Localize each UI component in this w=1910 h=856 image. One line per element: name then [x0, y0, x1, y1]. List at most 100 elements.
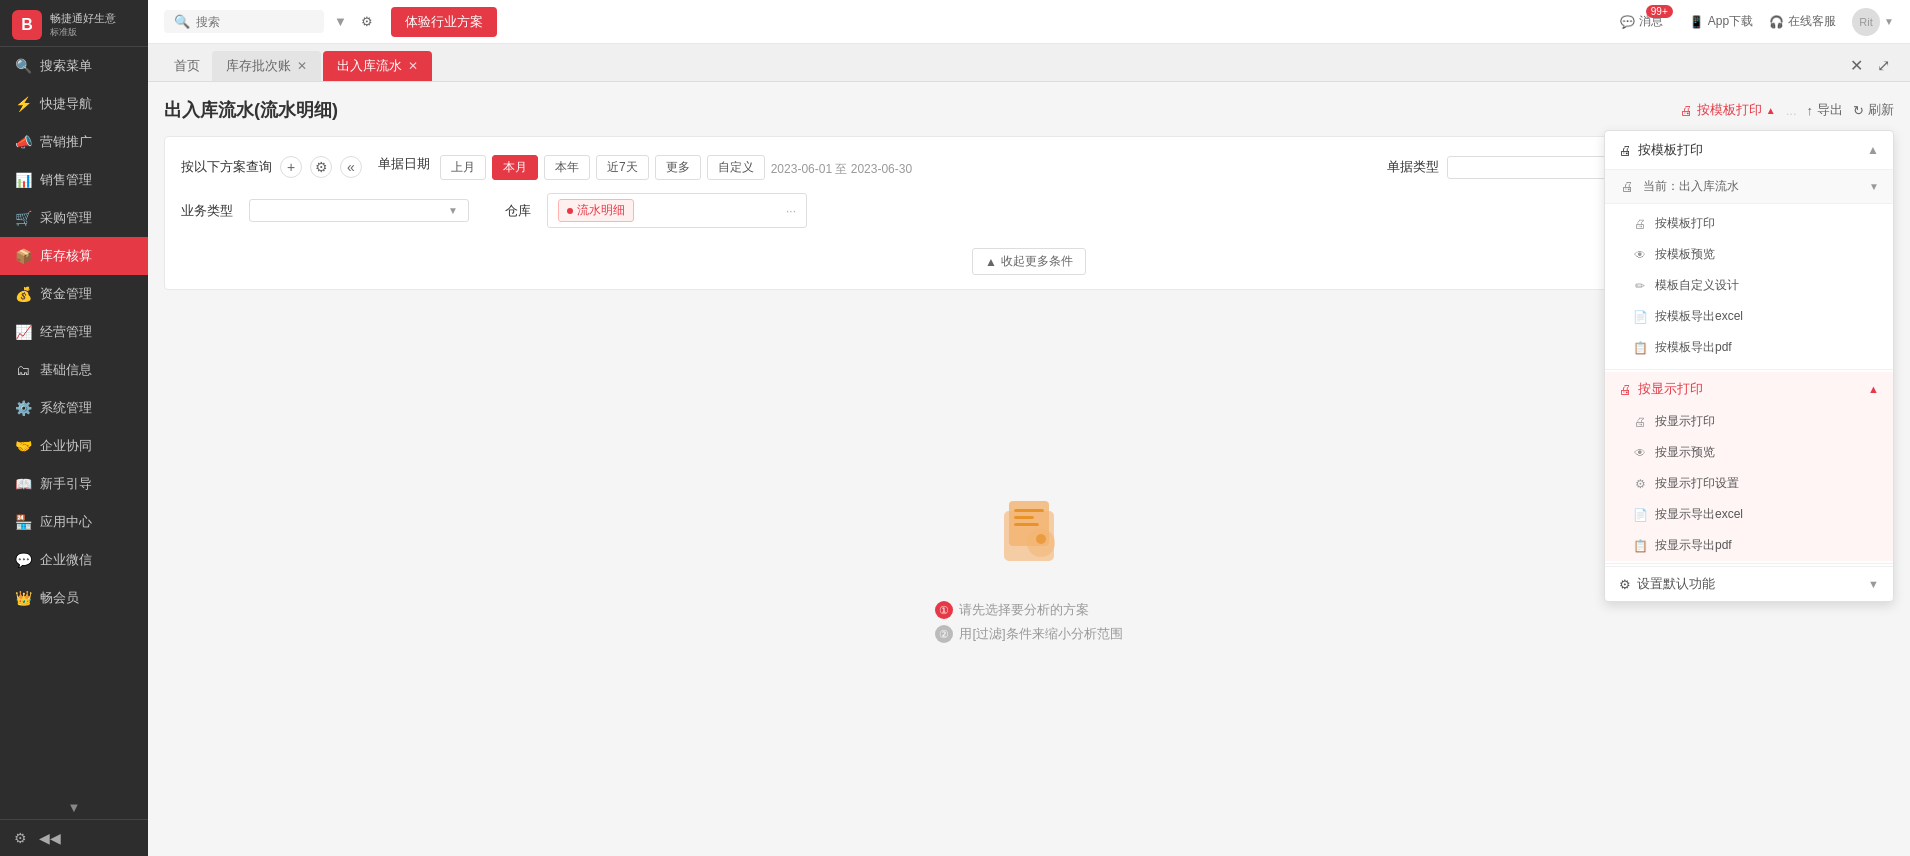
dp-display-section-arrow[interactable]: ▲: [1868, 383, 1879, 395]
warehouse-label: 仓库: [505, 202, 531, 220]
date-more-btn[interactable]: 更多: [655, 155, 701, 180]
dp-display-preview-item[interactable]: 👁 按显示预览: [1605, 437, 1893, 468]
app-download-button[interactable]: 📱 App下载: [1689, 13, 1753, 30]
dp-current-arrow[interactable]: ▼: [1869, 181, 1879, 192]
sidebar-item-marketing[interactable]: 📣 营销推广: [0, 123, 148, 161]
tab-flow[interactable]: 出入库流水 ✕: [323, 51, 432, 81]
business-type-label: 业务类型: [181, 202, 233, 220]
flow-tab-close[interactable]: ✕: [408, 59, 418, 73]
dp-template-pdf-icon: 📋: [1633, 341, 1647, 355]
sidebar-item-appcenter[interactable]: 🏪 应用中心: [0, 503, 148, 541]
sidebar-item-corpwechat[interactable]: 💬 企业微信: [0, 541, 148, 579]
industry-solution-button[interactable]: 体验行业方案: [391, 7, 497, 37]
sidebar-item-system[interactable]: ⚙️ 系统管理: [0, 389, 148, 427]
system-icon: ⚙️: [14, 399, 32, 417]
app-name: 畅捷通好生意: [50, 11, 116, 25]
sidebar-scroll-down[interactable]: ▼: [0, 796, 148, 819]
date-this-month-btn[interactable]: 本月: [492, 155, 538, 180]
app-edition: 标准版: [50, 26, 116, 39]
tab-batch[interactable]: 库存批次账 ✕: [212, 51, 321, 81]
settings-icon[interactable]: ⚙: [14, 830, 27, 846]
topbar-search-box[interactable]: 🔍: [164, 10, 324, 33]
collapse-sidebar-icon[interactable]: ◀◀: [39, 830, 61, 846]
page-actions: 🖨 按模板打印 ▲ ... ↑ 导出 ↻ 刷新: [1680, 101, 1894, 119]
collab-icon: 🤝: [14, 437, 32, 455]
warehouse-more-icon[interactable]: ···: [786, 204, 796, 218]
batch-tab-close[interactable]: ✕: [297, 59, 307, 73]
business-type-select[interactable]: ▼: [249, 199, 469, 222]
dp-current-item[interactable]: 🖨 当前：出入库流水 ▼: [1605, 170, 1893, 204]
app-name-block: 畅捷通好生意 标准版: [50, 11, 116, 38]
sidebar-item-guide[interactable]: 📖 新手引导: [0, 465, 148, 503]
corpwechat-icon: 💬: [14, 551, 32, 569]
sidebar-item-quicknav[interactable]: ⚡ 快捷导航: [0, 85, 148, 123]
appcenter-icon: 🏪: [14, 513, 32, 531]
dp-display-print-settings-item[interactable]: ⚙ 按显示打印设置: [1605, 468, 1893, 499]
dp-display-pdf-item[interactable]: 📋 按显示导出pdf: [1605, 530, 1893, 561]
dp-template-custom-label: 模板自定义设计: [1655, 277, 1739, 294]
guide-icon: 📖: [14, 475, 32, 493]
sidebar-item-vip[interactable]: 👑 畅会员: [0, 579, 148, 617]
topbar-gear-icon[interactable]: ⚙: [361, 14, 373, 29]
refresh-label: 刷新: [1868, 101, 1894, 119]
empty-illustration: [979, 481, 1079, 581]
search-input[interactable]: [196, 15, 296, 29]
sidebar-item-finance[interactable]: 💰 资金管理: [0, 275, 148, 313]
sidebar-item-label: 经营管理: [40, 323, 92, 341]
dp-template-excel-item[interactable]: 📄 按模板导出excel: [1605, 301, 1893, 332]
date-last-month-btn[interactable]: 上月: [440, 155, 486, 180]
dp-template-pdf-label: 按模板导出pdf: [1655, 339, 1732, 356]
date-last7-btn[interactable]: 近7天: [596, 155, 649, 180]
tabbar: 首页 库存批次账 ✕ 出入库流水 ✕ ✕ ⤢: [148, 44, 1910, 82]
doc-type-label: 单据类型: [1387, 158, 1439, 176]
sidebar-item-basics[interactable]: 🗂 基础信息: [0, 351, 148, 389]
purchase-icon: 🛒: [14, 209, 32, 227]
dp-template-excel-icon: 📄: [1633, 310, 1647, 324]
dp-template-pdf-item[interactable]: 📋 按模板导出pdf: [1605, 332, 1893, 363]
dp-template-preview-item[interactable]: 👁 按模板预览: [1605, 239, 1893, 270]
dp-template-custom-item[interactable]: ✏ 模板自定义设计: [1605, 270, 1893, 301]
dp-display-print-item[interactable]: 🖨 按显示打印: [1605, 406, 1893, 437]
print-dropdown-arrow[interactable]: ▲: [1766, 105, 1776, 116]
filter-config-button[interactable]: ⚙: [310, 156, 332, 178]
date-custom-btn[interactable]: 自定义: [707, 155, 765, 180]
filter-add-button[interactable]: +: [280, 156, 302, 178]
export-icon: ↑: [1807, 103, 1814, 118]
topbar-dropdown-arrow[interactable]: ▼: [334, 14, 347, 29]
dp-header-arrow[interactable]: ▲: [1867, 143, 1879, 157]
tab-expand-button[interactable]: ⤢: [1873, 54, 1894, 77]
dp-template-print-item[interactable]: 🖨 按模板打印: [1605, 208, 1893, 239]
sidebar-item-operations[interactable]: 📈 经营管理: [0, 313, 148, 351]
dp-display-section-header[interactable]: 🖨 按显示打印 ▲: [1605, 372, 1893, 406]
topbar: 🔍 ▼ ⚙ 体验行业方案 💬 消息 99+ 📱 App下载 🎧 在线客服 R: [148, 0, 1910, 44]
online-service-button[interactable]: 🎧 在线客服: [1769, 13, 1836, 30]
dp-template-excel-label: 按模板导出excel: [1655, 308, 1743, 325]
sidebar-item-purchase[interactable]: 🛒 采购管理: [0, 199, 148, 237]
tab-close-all-button[interactable]: ✕: [1846, 54, 1867, 77]
user-avatar-button[interactable]: Rit ▼: [1852, 8, 1894, 36]
sidebar-item-inventory[interactable]: 📦 库存核算: [0, 237, 148, 275]
print-template-button[interactable]: 🖨 按模板打印 ▲: [1680, 101, 1776, 119]
dp-display-pdf-icon: 📋: [1633, 539, 1647, 553]
date-this-year-btn[interactable]: 本年: [544, 155, 590, 180]
batch-tab-label: 库存批次账: [226, 57, 291, 75]
filter-collapse-button[interactable]: «: [340, 156, 362, 178]
sidebar-item-label: 资金管理: [40, 285, 92, 303]
notifications-button[interactable]: 💬 消息 99+: [1620, 13, 1663, 30]
tab-home[interactable]: 首页: [164, 51, 210, 81]
sidebar-item-sales[interactable]: 📊 销售管理: [0, 161, 148, 199]
sidebar-item-collab[interactable]: 🤝 企业协同: [0, 427, 148, 465]
sidebar-item-label: 系统管理: [40, 399, 92, 417]
dp-divider-2: [1605, 563, 1893, 564]
dp-display-excel-item[interactable]: 📄 按显示导出excel: [1605, 499, 1893, 530]
dp-display-icon: 🖨: [1619, 382, 1632, 397]
sidebar-item-search[interactable]: 🔍 搜索菜单: [0, 47, 148, 85]
refresh-button[interactable]: ↻ 刷新: [1853, 101, 1894, 119]
collapse-conditions-button[interactable]: ▲ 收起更多条件: [972, 248, 1086, 275]
dp-template-preview-icon: 👁: [1633, 248, 1647, 262]
export-button[interactable]: ↑ 导出: [1807, 101, 1844, 119]
warehouse-select[interactable]: 流水明细 ···: [547, 193, 807, 228]
dp-footer-arrow: ▼: [1868, 578, 1879, 590]
dp-display-section-title: 🖨 按显示打印: [1619, 380, 1703, 398]
dp-default-func-item[interactable]: ⚙ 设置默认功能 ▼: [1605, 566, 1893, 601]
